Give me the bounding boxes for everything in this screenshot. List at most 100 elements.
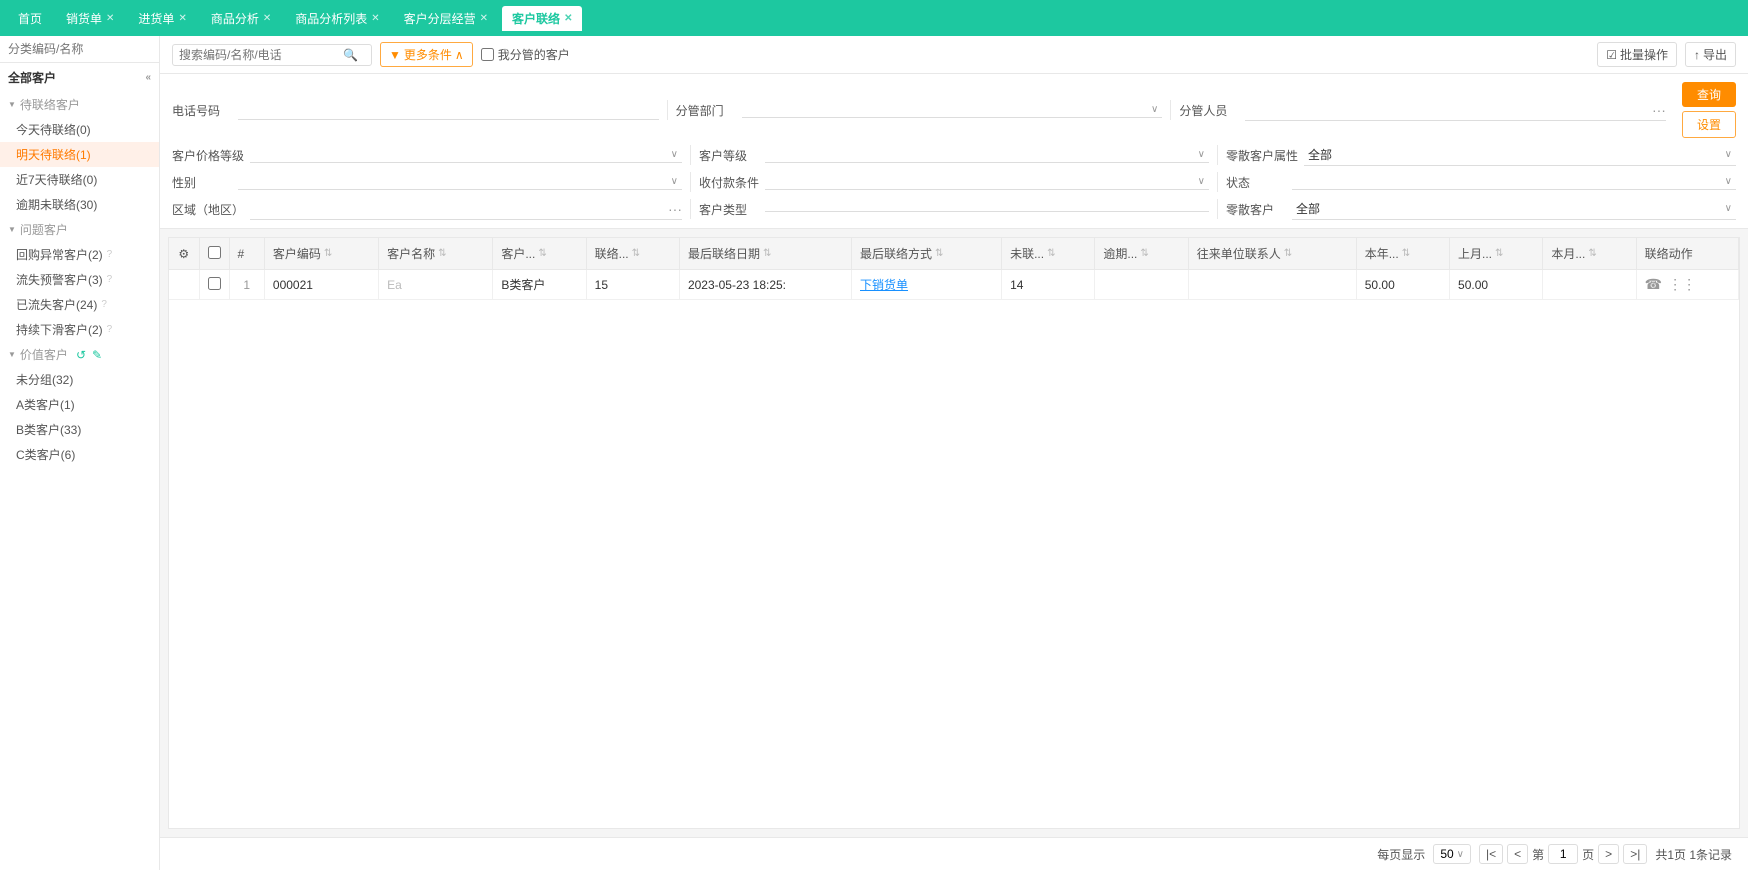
nav-purchase-order[interactable]: 进货单 ✕ xyxy=(128,6,196,31)
filter-payment-select[interactable]: ∨ xyxy=(765,174,1209,190)
th-no-contact[interactable]: 未联... ⇅ xyxy=(1002,238,1095,270)
content-area: 🔍 ▼ 更多条件 ∧ 我分管的客户 ☑ 批量操作 ↑ 导出 xyxy=(160,36,1748,870)
page-prev-button[interactable]: < xyxy=(1507,844,1528,864)
th-type[interactable]: 客户... ⇅ xyxy=(493,238,586,270)
sidebar-item-abnormal-repurchase[interactable]: 回购异常客户(2) ? xyxy=(0,242,159,267)
nav-close-product-analysis-list[interactable]: ✕ xyxy=(371,13,379,24)
select-all-checkbox[interactable] xyxy=(208,246,221,259)
sidebar-item-class-c[interactable]: C类客户(6) xyxy=(0,442,159,467)
td-type: B类客户 xyxy=(493,270,586,300)
my-customer-checkbox[interactable] xyxy=(481,48,494,61)
chevron-down-icon-status: ∨ xyxy=(1725,176,1732,187)
filter-phone-input[interactable] xyxy=(238,103,659,117)
help-icon-2[interactable]: ? xyxy=(107,274,113,285)
nav-close-customer-tier[interactable]: ✕ xyxy=(480,13,488,24)
sidebar-item-churn-warning[interactable]: 流失预警客户(3) ? xyxy=(0,267,159,292)
page-number-input[interactable] xyxy=(1548,844,1578,864)
triangle-icon: ▼ xyxy=(8,100,16,109)
filter-person-input[interactable] xyxy=(1245,103,1652,117)
nav-customer-tier[interactable]: 客户分层经营 ✕ xyxy=(394,6,498,31)
query-button[interactable]: 查询 xyxy=(1682,82,1736,107)
nav-product-analysis[interactable]: 商品分析 ✕ xyxy=(201,6,281,31)
sidebar-item-today-contact[interactable]: 今天待联络(0) xyxy=(0,117,159,142)
filter-dots-person[interactable]: ··· xyxy=(1652,102,1666,118)
th-overdue[interactable]: 逾期... ⇅ xyxy=(1095,238,1188,270)
set-button[interactable]: 设置 xyxy=(1682,111,1736,138)
page-last-button[interactable]: >| xyxy=(1623,844,1647,864)
th-name[interactable]: 客户名称 ⇅ xyxy=(379,238,493,270)
th-last-month[interactable]: 上月... ⇅ xyxy=(1450,238,1543,270)
th-checkbox[interactable] xyxy=(199,238,229,270)
nav-close-purchase-order[interactable]: ✕ xyxy=(178,13,186,24)
help-icon-1[interactable]: ? xyxy=(107,249,113,260)
help-icon-4[interactable]: ? xyxy=(107,324,113,335)
nav-sales-order[interactable]: 销货单 ✕ xyxy=(56,6,124,31)
my-customer-checkbox-wrap[interactable]: 我分管的客户 xyxy=(481,46,570,63)
contact-action-icon[interactable]: ☎ xyxy=(1645,276,1662,293)
td-last-contact-method: 下销货单 xyxy=(852,270,1002,300)
th-code[interactable]: 客户编码 ⇅ xyxy=(264,238,378,270)
th-contact-count[interactable]: 联络... ⇅ xyxy=(586,238,679,270)
row-checkbox[interactable] xyxy=(208,277,221,290)
main-search-input[interactable] xyxy=(179,48,339,62)
more-filter-button[interactable]: ▼ 更多条件 ∧ xyxy=(380,42,473,67)
sort-icon-last-date: ⇅ xyxy=(763,248,771,259)
td-checkbox[interactable] xyxy=(199,270,229,300)
page-first-button[interactable]: |< xyxy=(1479,844,1503,864)
th-this-year[interactable]: 本年... ⇅ xyxy=(1356,238,1449,270)
nav-close-sales-order[interactable]: ✕ xyxy=(106,13,114,24)
sidebar-item-overdue-contact[interactable]: 逾期未联络(30) xyxy=(0,192,159,217)
sidebar-search-input[interactable] xyxy=(8,42,160,56)
filter-region-input[interactable] xyxy=(250,202,668,216)
sidebar-item-churned[interactable]: 已流失客户(24) ? xyxy=(0,292,159,317)
more-action-icon[interactable]: ⋮⋮ xyxy=(1668,276,1696,293)
sidebar-group-pending: ▼ 待联络客户 xyxy=(0,92,159,117)
nav-close-customer-contact[interactable]: ✕ xyxy=(564,13,572,24)
filter-status-select[interactable]: ∨ xyxy=(1292,174,1736,190)
sidebar-item-class-b[interactable]: B类客户(33) xyxy=(0,417,159,442)
filter-customer-level-select[interactable]: ∨ xyxy=(765,147,1209,163)
page-next-button[interactable]: > xyxy=(1598,844,1619,864)
nav-home[interactable]: 首页 xyxy=(8,6,52,31)
filter-panel: 电话号码 分管部门 ∨ 分管人员 xyxy=(160,74,1748,229)
help-icon-3[interactable]: ? xyxy=(101,299,107,310)
sidebar-item-ungrouped[interactable]: 未分组(32) xyxy=(0,367,159,392)
td-settings xyxy=(169,270,199,300)
filter-payment: 收付款条件 ∨ xyxy=(699,174,1209,191)
sidebar-item-class-a[interactable]: A类客户(1) xyxy=(0,392,159,417)
filter-gender-select[interactable]: ∨ xyxy=(238,174,682,190)
th-unit-contact[interactable]: 往来单位联系人 ⇅ xyxy=(1188,238,1356,270)
sidebar-item-7days-contact[interactable]: 近7天待联络(0) xyxy=(0,167,159,192)
filter-price-level-select[interactable]: ∨ xyxy=(250,147,682,163)
filter-retail-attr-select[interactable]: 全部 ∨ xyxy=(1304,144,1736,166)
batch-operation-button[interactable]: ☑ 批量操作 xyxy=(1597,42,1677,67)
filter-retail-customer-select[interactable]: 全部 ∨ xyxy=(1292,198,1736,220)
filter-dept-select[interactable]: ∨ xyxy=(742,102,1163,118)
export-button[interactable]: ↑ 导出 xyxy=(1685,42,1736,67)
sort-icon-overdue: ⇅ xyxy=(1140,248,1148,259)
th-last-contact-date[interactable]: 最后联络日期 ⇅ xyxy=(679,238,851,270)
td-overdue xyxy=(1095,270,1188,300)
main-search-icon[interactable]: 🔍 xyxy=(343,48,358,62)
filter-retail-customer: 零散客户 全部 ∨ xyxy=(1226,198,1736,220)
refresh-icon[interactable]: ↺ xyxy=(76,348,86,362)
td-this-year: 50.00 xyxy=(1356,270,1449,300)
sidebar-item-tomorrow-contact[interactable]: 明天待联络(1) xyxy=(0,142,159,167)
filter-dots-region[interactable]: ··· xyxy=(668,201,682,217)
triangle-icon-3: ▼ xyxy=(8,350,16,359)
nav-customer-contact[interactable]: 客户联络 ✕ xyxy=(502,6,582,31)
sidebar-all-customers[interactable]: 全部客户 « xyxy=(0,63,159,92)
th-last-contact-method[interactable]: 最后联络方式 ⇅ xyxy=(852,238,1002,270)
nav-product-analysis-list[interactable]: 商品分析列表 ✕ xyxy=(285,6,389,31)
td-num: 1 xyxy=(229,270,264,300)
sidebar-item-declining[interactable]: 持续下滑客户(2) ? xyxy=(0,317,159,342)
filter-customer-type-select[interactable] xyxy=(765,207,1209,212)
nav-close-product-analysis[interactable]: ✕ xyxy=(263,13,271,24)
filter-gender: 性别 ∨ xyxy=(172,174,682,191)
th-settings[interactable]: ⚙ xyxy=(169,238,199,270)
search-input-wrap: 🔍 xyxy=(172,44,372,66)
filter-region-wrap: ··· xyxy=(250,199,682,220)
page-size-select[interactable]: 50 ∨ xyxy=(1433,844,1471,864)
th-this-month[interactable]: 本月... ⇅ xyxy=(1543,238,1636,270)
edit-icon[interactable]: ✎ xyxy=(92,348,102,362)
